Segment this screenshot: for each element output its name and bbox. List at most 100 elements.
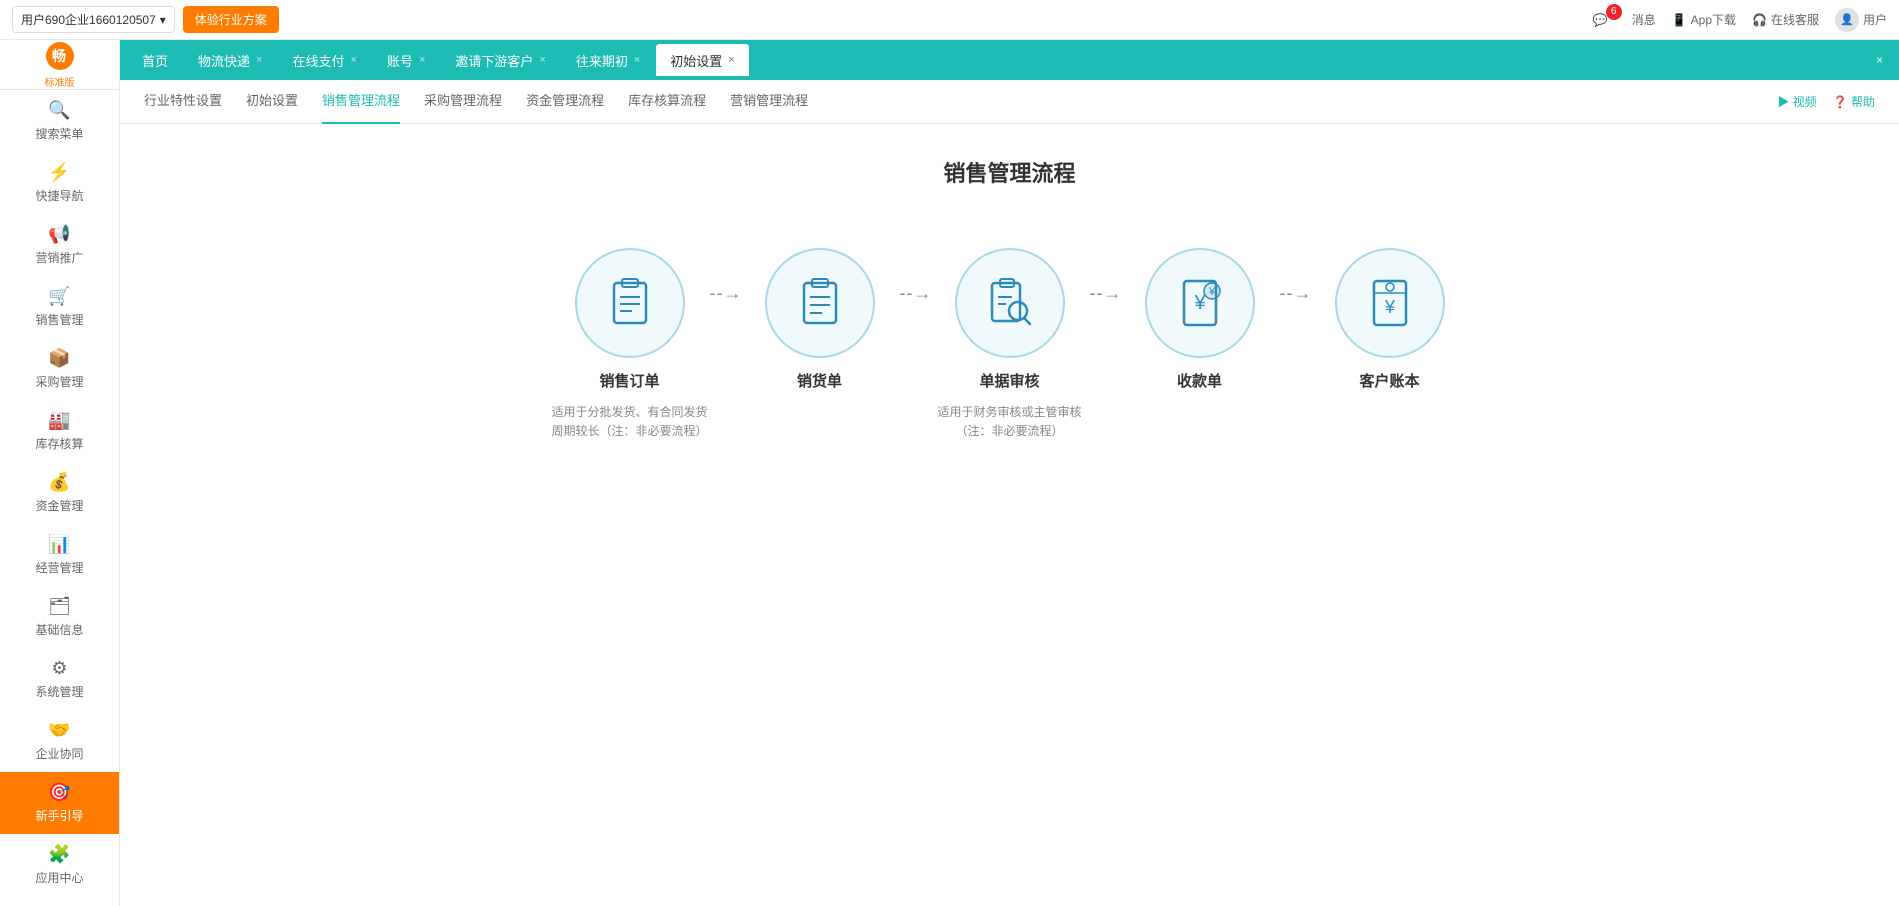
sidebar-label-inventory: 库存核算 [35, 435, 83, 452]
sidebar-item-app-center[interactable]: 🧩应用中心 [0, 834, 119, 896]
sidebar-icon-purchase-mgmt: 📦 [48, 348, 70, 369]
sidebar-icon-marketing-promo: 📢 [48, 224, 70, 245]
nav-tab-close-account[interactable]: × [419, 54, 425, 66]
dropdown-icon: ▾ [160, 13, 166, 27]
sidebar-label-sales-mgmt: 销售管理 [35, 311, 83, 328]
sub-tab-initial-setup[interactable]: 初始设置 [246, 80, 298, 124]
close-all-tabs[interactable]: × [1868, 53, 1891, 67]
flow-circle-doc-audit [955, 248, 1065, 358]
flow-step-receipt[interactable]: ¥¥ 收款单 [1120, 248, 1280, 391]
sidebar-icon-basic-info: 🗂 [48, 596, 71, 617]
sidebar-label-marketing-promo: 营销推广 [35, 249, 83, 266]
sidebar-item-basic-info[interactable]: 🗂基础信息 [0, 586, 119, 648]
svg-text:畅: 畅 [52, 48, 66, 64]
flow-step-title-receipt: 收款单 [1177, 370, 1222, 391]
sidebar-item-inventory[interactable]: 🏭库存核算 [0, 400, 119, 462]
nav-tab-online-pay[interactable]: 在线支付 × [278, 44, 370, 76]
flow-arrow-1: - - → [710, 248, 740, 304]
flow-step-doc-audit[interactable]: 单据审核 适用于财务审核或主管审核（注：非必要流程） [930, 248, 1090, 441]
sub-tab-finance-flow[interactable]: 资金管理流程 [526, 80, 604, 124]
sidebar-item-purchase-mgmt[interactable]: 📦 采购管理 [0, 338, 119, 400]
video-link[interactable]: ▶ 视频 [1777, 93, 1816, 110]
app-download-item[interactable]: 📱 App下载 [1672, 11, 1736, 28]
user-selector-text: 用户690企业1660120507 [21, 11, 156, 28]
sub-tab-industry-settings[interactable]: 行业特性设置 [144, 80, 222, 124]
message-label: 消息 [1632, 11, 1656, 28]
nav-tab-close-initial-setup[interactable]: × [728, 54, 734, 66]
flow-step-sales-order[interactable]: 销售订单 适用于分批发货、有合同发货周期较长（注：非必要流程） [550, 248, 710, 441]
flow-arrow-3: - - → [1090, 248, 1120, 304]
sidebar-icon-quick-nav: ⚡ [48, 162, 70, 183]
nav-tab-close-invite-downstream[interactable]: × [539, 54, 545, 66]
arrow-icon-3: - - → [1090, 283, 1120, 304]
user-selector[interactable]: 用户690企业1660120507 ▾ [12, 6, 175, 33]
sidebar-icon-finance-mgmt: 💰 [48, 472, 70, 493]
nav-tab-invite-downstream[interactable]: 邀请下游客户× [441, 44, 559, 76]
sidebar-item-marketing-promo[interactable]: 📢 营销推广 [0, 214, 119, 276]
flow-circle-sales-invoice [765, 248, 875, 358]
main-content: 首页物流快递×在线支付×账号×邀请下游客户×往来期初×初始设置× × 行业特性设… [120, 40, 1899, 906]
sidebar-item-sales-mgmt[interactable]: 🛒销售管理 [0, 276, 119, 338]
sidebar-logo: 畅 标准版 [0, 40, 119, 90]
nav-tab-label-period-initial: 往来期初 [576, 51, 628, 70]
sidebar-item-quick-nav[interactable]: ⚡ 快捷导航 [0, 152, 119, 214]
nav-tab-initial-setup[interactable]: 初始设置× [656, 44, 748, 76]
sidebar-item-ops-mgmt[interactable]: 📊经营管理 [0, 524, 119, 586]
sub-tab-purchase-flow[interactable]: 采购管理流程 [424, 80, 502, 124]
arrow-icon-2: - - → [900, 283, 930, 304]
sidebar-item-finance-mgmt[interactable]: 💰 资金管理 [0, 462, 119, 524]
nav-tab-account[interactable]: 账号 × [373, 44, 439, 76]
nav-tab-logistics[interactable]: 物流快递 × [184, 44, 276, 76]
flow-step-title-doc-audit: 单据审核 [979, 370, 1039, 391]
sidebar-item-new-guide[interactable]: 🎯新手引导 [0, 772, 119, 834]
flow-step-customer-ledger[interactable]: ¥ 客户账本 [1310, 248, 1470, 391]
nav-tab-label-home: 首页 [142, 51, 168, 70]
online-service-item[interactable]: 🎧 在线客服 [1752, 11, 1819, 28]
arrow-icon-4: - - → [1280, 283, 1310, 304]
user-name-label: 用户 [1863, 11, 1887, 28]
flow-step-title-sales-order: 销售订单 [599, 370, 659, 391]
flow-arrow-4: - - → [1280, 248, 1310, 304]
nav-tab-close-logistics[interactable]: × [256, 54, 262, 66]
online-service-label: 在线客服 [1771, 11, 1819, 28]
sub-tab-marketing-flow[interactable]: 营销管理流程 [730, 80, 808, 124]
sidebar-icon-ops-mgmt: 📊 [48, 534, 70, 555]
sidebar-label-sys-mgmt: 系统管理 [35, 683, 83, 700]
sidebar-item-enterprise-collab[interactable]: 🤝企业协同 [0, 710, 119, 772]
sidebar-label-app-center: 应用中心 [35, 869, 83, 886]
sub-tabs: 行业特性设置初始设置销售管理流程采购管理流程资金管理流程库存核算流程营销管理流程… [120, 80, 1899, 124]
sidebar-label-quick-nav: 快捷导航 [35, 187, 83, 204]
nav-tab-close-period-initial[interactable]: × [634, 54, 640, 66]
app-download-label: App下载 [1691, 11, 1736, 28]
sidebar-icon-search-menu: 🔍 [48, 100, 70, 121]
flow-circle-sales-order [575, 248, 685, 358]
message-item[interactable]: 💬 6 消息 [1593, 11, 1656, 28]
svg-text:¥: ¥ [1207, 286, 1215, 298]
help-link[interactable]: ❓ 帮助 [1833, 93, 1875, 110]
sidebar-item-search-menu[interactable]: 🔍搜索菜单 [0, 90, 119, 152]
nav-tab-close-online-pay[interactable]: × [350, 54, 356, 66]
nav-tab-label-online-pay: 在线支付 [292, 51, 344, 70]
experience-button[interactable]: 体验行业方案 [183, 6, 279, 33]
sub-tab-sales-flow[interactable]: 销售管理流程 [322, 80, 400, 124]
sidebar-item-enterprise-wechat[interactable]: 💬企业微信 [0, 896, 119, 906]
sidebar-label-purchase-mgmt: 采购管理 [35, 373, 83, 390]
user-profile-item[interactable]: 👤 用户 [1835, 8, 1887, 32]
sub-tab-inventory-flow[interactable]: 库存核算流程 [628, 80, 706, 124]
sidebar-item-sys-mgmt[interactable]: ⚙系统管理 [0, 648, 119, 710]
sidebar-icon-new-guide: 🎯 [48, 782, 70, 803]
help-icon: ❓ [1833, 95, 1848, 109]
flow-circle-customer-ledger: ¥ [1335, 248, 1445, 358]
flow-step-title-sales-invoice: 销货单 [797, 370, 842, 391]
sidebar: 畅 标准版 🔍搜索菜单 ⚡ 快捷导航 📢 营销推广 🛒销售管理 📦 采购管理 🏭库存核算 💰 资金管… [0, 40, 120, 906]
nav-tab-label-account: 账号 [387, 51, 413, 70]
sidebar-label-finance-mgmt: 资金管理 [35, 497, 83, 514]
nav-tab-label-logistics: 物流快递 [198, 51, 250, 70]
nav-tab-home[interactable]: 首页 [128, 44, 182, 76]
sidebar-label-enterprise-collab: 企业协同 [35, 745, 83, 762]
message-badge: 6 [1606, 4, 1622, 20]
nav-tabs-list: 首页物流快递×在线支付×账号×邀请下游客户×往来期初×初始设置× [128, 44, 749, 76]
nav-tab-period-initial[interactable]: 往来期初 × [562, 44, 654, 76]
flow-step-sales-invoice[interactable]: 销货单 [740, 248, 900, 391]
svg-text:¥: ¥ [1383, 297, 1395, 317]
